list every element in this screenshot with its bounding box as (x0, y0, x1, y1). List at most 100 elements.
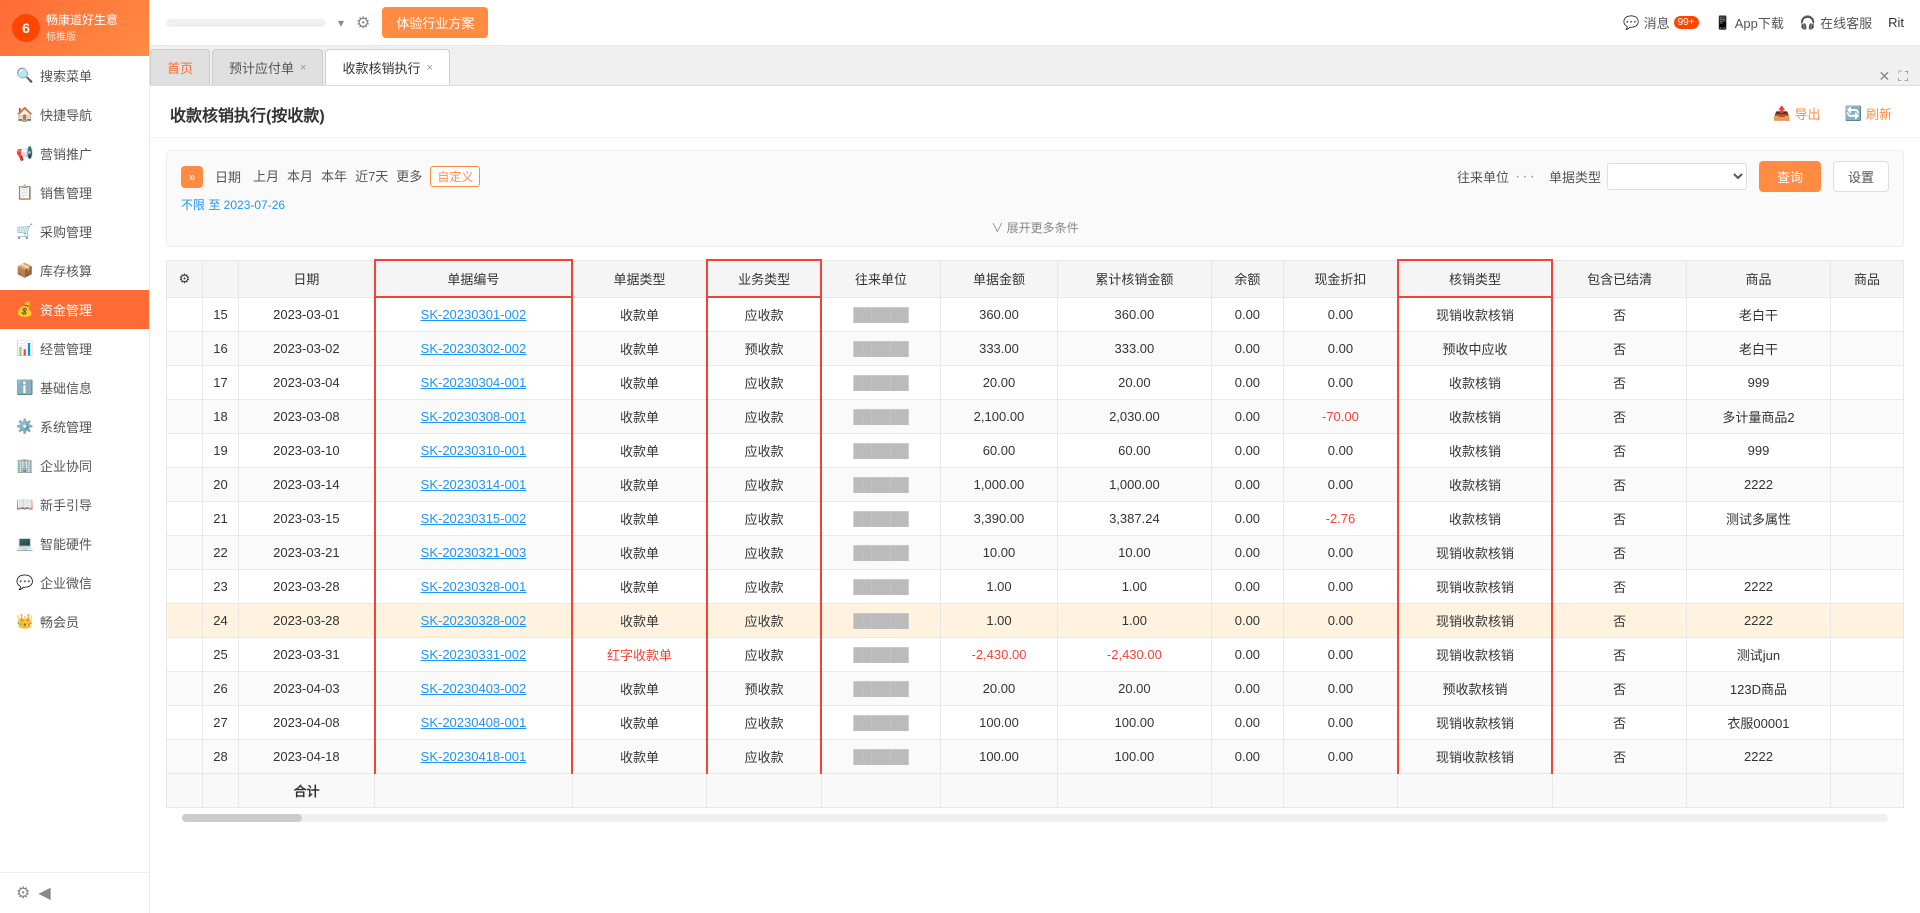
filter-bill-type-select[interactable] (1607, 163, 1747, 190)
notification-area[interactable]: 💬 消息 99+ (1623, 13, 1698, 32)
sidebar-item-company[interactable]: 🏢 企业协同 (0, 446, 149, 485)
table-row[interactable]: 262023-04-03SK-20230403-002收款单预收款██████2… (167, 672, 1904, 706)
filter-row: » 日期 上月 本月 本年 近7天 更多 自定义 往来单位 ··· 单据类型 (181, 161, 1889, 192)
sidebar-item-finance[interactable]: 💰 资金管理 (0, 290, 149, 329)
table-row[interactable]: 192023-03-10SK-20230310-001收款单应收款██████6… (167, 434, 1904, 468)
sidebar-item-purchase[interactable]: 🛒 采购管理 (0, 212, 149, 251)
bill-no-link[interactable]: SK-20230301-002 (421, 307, 527, 322)
tab-pending[interactable]: 预计应付单 × (212, 49, 323, 85)
table-row[interactable]: 152023-03-01SK-20230301-002收款单应收款██████3… (167, 297, 1904, 332)
filter-custom-button[interactable]: 自定义 (430, 166, 480, 187)
chevron-down-icon[interactable]: ▾ (338, 16, 344, 30)
notification-badge: 99+ (1674, 16, 1699, 29)
table-row[interactable]: 212023-03-15SK-20230315-002收款单应收款██████3… (167, 502, 1904, 536)
filter-setting-button[interactable]: 设置 (1833, 161, 1889, 192)
sidebar-item-label: 库存核算 (40, 261, 92, 280)
bill-no-link[interactable]: SK-20230408-001 (421, 715, 527, 730)
table-row[interactable]: 272023-04-08SK-20230408-001收款单应收款██████1… (167, 706, 1904, 740)
tab-pending-close[interactable]: × (300, 62, 306, 74)
sidebar-item-quick[interactable]: 🏠 快捷导航 (0, 95, 149, 134)
query-button[interactable]: 查询 (1759, 161, 1821, 192)
sidebar-item-label: 销售管理 (40, 183, 92, 202)
bill-no-link[interactable]: SK-20230403-002 (421, 681, 527, 696)
sidebar-item-label: 采购管理 (40, 222, 92, 241)
page-actions: 📤 导出 🔄 刷新 (1765, 100, 1900, 127)
phone-icon: 📱 (1715, 15, 1731, 31)
sidebar-item-label: 营销推广 (40, 144, 92, 163)
sidebar-item-operations[interactable]: 📊 经营管理 (0, 329, 149, 368)
tab-home[interactable]: 首页 (150, 49, 210, 85)
filter-this-year[interactable]: 本年 (321, 166, 347, 187)
filter-last-month[interactable]: 上月 (253, 166, 279, 187)
col-header-gear[interactable]: ⚙ (167, 260, 203, 297)
bill-no-link[interactable]: SK-20230328-002 (421, 613, 527, 628)
bill-no-link[interactable]: SK-20230328-001 (421, 579, 527, 594)
export-button[interactable]: 📤 导出 (1765, 100, 1828, 127)
table-row[interactable]: 282023-04-18SK-20230418-001收款单应收款██████1… (167, 740, 1904, 774)
app-download-area[interactable]: 📱 App下载 (1715, 13, 1784, 32)
table-row[interactable]: 242023-03-28SK-20230328-002收款单应收款██████1… (167, 604, 1904, 638)
bill-no-link[interactable]: SK-20230314-001 (421, 477, 527, 492)
table-row[interactable]: 162023-03-02SK-20230302-002收款单预收款██████3… (167, 332, 1904, 366)
topbar-gear-icon[interactable]: ⚙ (356, 13, 370, 33)
total-row: 合计 (167, 774, 1904, 808)
table-row[interactable]: 222023-03-21SK-20230321-003收款单应收款██████1… (167, 536, 1904, 570)
tab-close-all-icon[interactable]: ✕ (1878, 68, 1890, 85)
sidebar-item-member[interactable]: 👑 畅会员 (0, 602, 149, 641)
bill-no-link[interactable]: SK-20230310-001 (421, 443, 527, 458)
filter-more[interactable]: 更多 (396, 166, 422, 187)
company-icon: 🏢 (16, 457, 32, 474)
scrollbar-track[interactable] (166, 814, 1904, 822)
settings-icon[interactable]: ⚙ (16, 883, 30, 903)
filter-partner-field: 往来单位 ··· (1457, 167, 1537, 186)
sidebar-item-label: 新手引导 (40, 495, 92, 514)
tab-collection[interactable]: 收款核销执行 × (325, 49, 449, 85)
data-table: ⚙ 日期 单据编号 单据类型 业务类型 往来单位 单据金额 累计核销金额 余额 … (166, 259, 1904, 808)
sidebar-item-basic[interactable]: ℹ️ 基础信息 (0, 368, 149, 407)
sidebar-item-inventory[interactable]: 📦 库存核算 (0, 251, 149, 290)
tab-expand-icon[interactable]: ⛶ (1898, 68, 1908, 85)
bill-no-link[interactable]: SK-20230321-003 (421, 545, 527, 560)
table-row[interactable]: 172023-03-04SK-20230304-001收款单应收款██████2… (167, 366, 1904, 400)
bill-no-link[interactable]: SK-20230308-001 (421, 409, 527, 424)
collapse-icon[interactable]: ◀ (38, 883, 50, 903)
filter-this-month[interactable]: 本月 (287, 166, 313, 187)
user-name[interactable]: Rit (1888, 15, 1904, 30)
bill-no-link[interactable]: SK-20230418-001 (421, 749, 527, 764)
refresh-button[interactable]: 🔄 刷新 (1837, 100, 1900, 127)
search-icon: 🔍 (16, 67, 32, 84)
table-row[interactable]: 202023-03-14SK-20230314-001收款单应收款██████1… (167, 468, 1904, 502)
refresh-icon: 🔄 (1845, 105, 1862, 122)
filter-expand-button[interactable]: » (181, 166, 203, 188)
tab-bar: 首页 预计应付单 × 收款核销执行 × ✕ ⛶ (150, 46, 1920, 86)
sidebar-item-marketing[interactable]: 📢 营销推广 (0, 134, 149, 173)
col-header-bill-no: 单据编号 (375, 260, 572, 297)
wechat-icon: 💬 (16, 574, 32, 591)
sidebar-item-system[interactable]: ⚙️ 系统管理 (0, 407, 149, 446)
filter-date-links: 上月 本月 本年 近7天 更多 自定义 (253, 166, 480, 187)
col-header-goods2: 商品 (1831, 260, 1904, 297)
logo-icon: 6 (12, 14, 40, 42)
expand-more-button[interactable]: ∨ 展开更多条件 (991, 219, 1078, 236)
refresh-label: 刷新 (1866, 104, 1892, 123)
table-row[interactable]: 182023-03-08SK-20230308-001收款单应收款██████2… (167, 400, 1904, 434)
bill-no-link[interactable]: SK-20230315-002 (421, 511, 527, 526)
sidebar-item-label: 企业协同 (40, 456, 92, 475)
tab-collection-close[interactable]: × (426, 62, 432, 74)
table-row[interactable]: 252023-03-31SK-20230331-002红字收款单应收款█████… (167, 638, 1904, 672)
tabbar-right: ✕ ⛶ (1878, 68, 1920, 85)
sidebar-item-hardware[interactable]: 💻 智能硬件 (0, 524, 149, 563)
filter-partner-dots[interactable]: ··· (1515, 168, 1537, 186)
bill-no-link[interactable]: SK-20230304-001 (421, 375, 527, 390)
app-version: 标推版 (46, 28, 118, 43)
industry-solution-button[interactable]: 体验行业方案 (382, 7, 488, 38)
online-support-area[interactable]: 🎧 在线客服 (1800, 13, 1872, 32)
table-row[interactable]: 232023-03-28SK-20230328-001收款单应收款██████1… (167, 570, 1904, 604)
sidebar-item-search[interactable]: 🔍 搜索菜单 (0, 56, 149, 95)
bill-no-link[interactable]: SK-20230302-002 (421, 341, 527, 356)
sidebar-item-wechat[interactable]: 💬 企业微信 (0, 563, 149, 602)
sidebar-item-guide[interactable]: 📖 新手引导 (0, 485, 149, 524)
bill-no-link[interactable]: SK-20230331-002 (421, 647, 527, 662)
filter-7-days[interactable]: 近7天 (355, 166, 388, 187)
sidebar-item-sales[interactable]: 📋 销售管理 (0, 173, 149, 212)
